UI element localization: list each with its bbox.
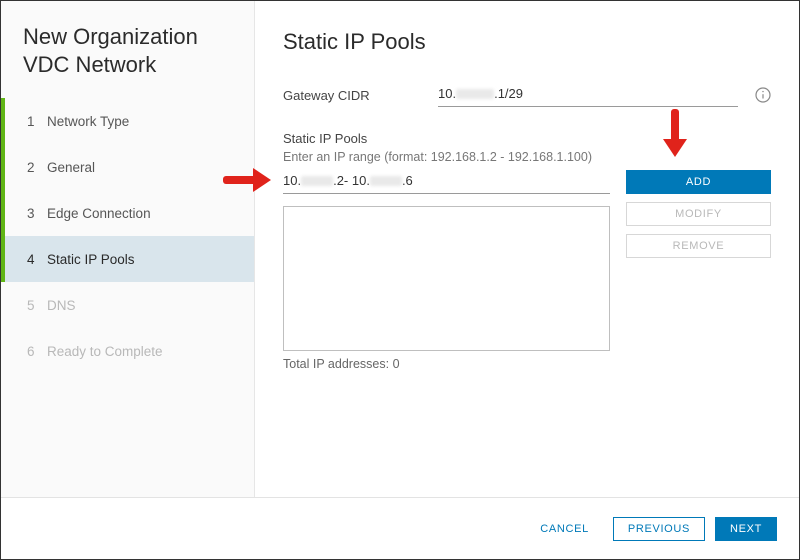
step-number: 3 — [27, 206, 43, 221]
step-label: Ready to Complete — [47, 344, 163, 359]
step-number: 2 — [27, 160, 43, 175]
ip-range-input[interactable]: 10. .2- 10. .6 — [283, 170, 610, 194]
pool-controls: 10. .2- 10. .6 Total IP addresses: 0 ADD M… — [283, 170, 771, 371]
step-label: General — [47, 160, 95, 175]
step-number: 6 — [27, 344, 43, 359]
pool-buttons: ADD MODIFY REMOVE — [626, 170, 771, 258]
wizard-content: New Organization VDC Network 1 Network Ty… — [1, 1, 799, 497]
wizard-step-general[interactable]: 2 General — [1, 144, 254, 190]
info-icon[interactable] — [755, 87, 771, 103]
total-ip-count: 0 — [393, 357, 400, 371]
add-button[interactable]: ADD — [626, 170, 771, 194]
step-label: Network Type — [47, 114, 129, 129]
wizard-title-line2: VDC Network — [23, 52, 156, 77]
static-ip-pools-label: Static IP Pools — [283, 131, 771, 146]
wizard-title: New Organization VDC Network — [1, 23, 254, 98]
total-ip-label: Total IP addresses: — [283, 357, 393, 371]
wizard-main: Static IP Pools Gateway CIDR 10. .1/29 St… — [255, 1, 799, 497]
gateway-cidr-label: Gateway CIDR — [283, 88, 438, 103]
wizard-step-static-ip-pools[interactable]: 4 Static IP Pools — [1, 236, 254, 282]
total-ip-line: Total IP addresses: 0 — [283, 357, 610, 371]
wizard-step-ready-to-complete: 6 Ready to Complete — [1, 328, 254, 374]
wizard-step-network-type[interactable]: 1 Network Type — [1, 98, 254, 144]
wizard-footer: CANCEL PREVIOUS NEXT — [1, 497, 799, 559]
remove-button: REMOVE — [626, 234, 771, 258]
ip-range-pre: 10. — [283, 173, 301, 188]
wizard-step-edge-connection[interactable]: 3 Edge Connection — [1, 190, 254, 236]
gateway-cidr-row: Gateway CIDR 10. .1/29 — [283, 83, 771, 107]
step-number: 5 — [27, 298, 43, 313]
step-label: Static IP Pools — [47, 252, 135, 267]
gateway-cidr-value-post: .1/29 — [494, 86, 523, 101]
pool-left: 10. .2- 10. .6 Total IP addresses: 0 — [283, 170, 610, 371]
ip-pool-list[interactable] — [283, 206, 610, 351]
gateway-cidr-input[interactable]: 10. .1/29 — [438, 83, 738, 107]
redacted-text — [456, 89, 494, 99]
page-title: Static IP Pools — [283, 29, 771, 55]
step-number: 4 — [27, 252, 43, 267]
previous-button[interactable]: PREVIOUS — [613, 517, 705, 541]
step-number: 1 — [27, 114, 43, 129]
gateway-cidr-value-pre: 10. — [438, 86, 456, 101]
step-label: DNS — [47, 298, 76, 313]
wizard-step-dns: 5 DNS — [1, 282, 254, 328]
modify-button: MODIFY — [626, 202, 771, 226]
ip-range-end: .6 — [402, 173, 413, 188]
ip-range-mid: .2- 10. — [333, 173, 370, 188]
wizard-title-line1: New Organization — [23, 24, 198, 49]
next-button[interactable]: NEXT — [715, 517, 777, 541]
wizard-dialog: New Organization VDC Network 1 Network Ty… — [0, 0, 800, 560]
wizard-steps: 1 Network Type 2 General 3 Edge Connection 4 St… — [1, 98, 254, 374]
wizard-sidebar: New Organization VDC Network 1 Network Ty… — [1, 1, 255, 497]
step-label: Edge Connection — [47, 206, 151, 221]
redacted-text — [301, 176, 333, 186]
redacted-text — [370, 176, 402, 186]
cancel-button[interactable]: CANCEL — [526, 517, 603, 541]
static-ip-pools-hint: Enter an IP range (format: 192.168.1.2 -… — [283, 150, 771, 164]
